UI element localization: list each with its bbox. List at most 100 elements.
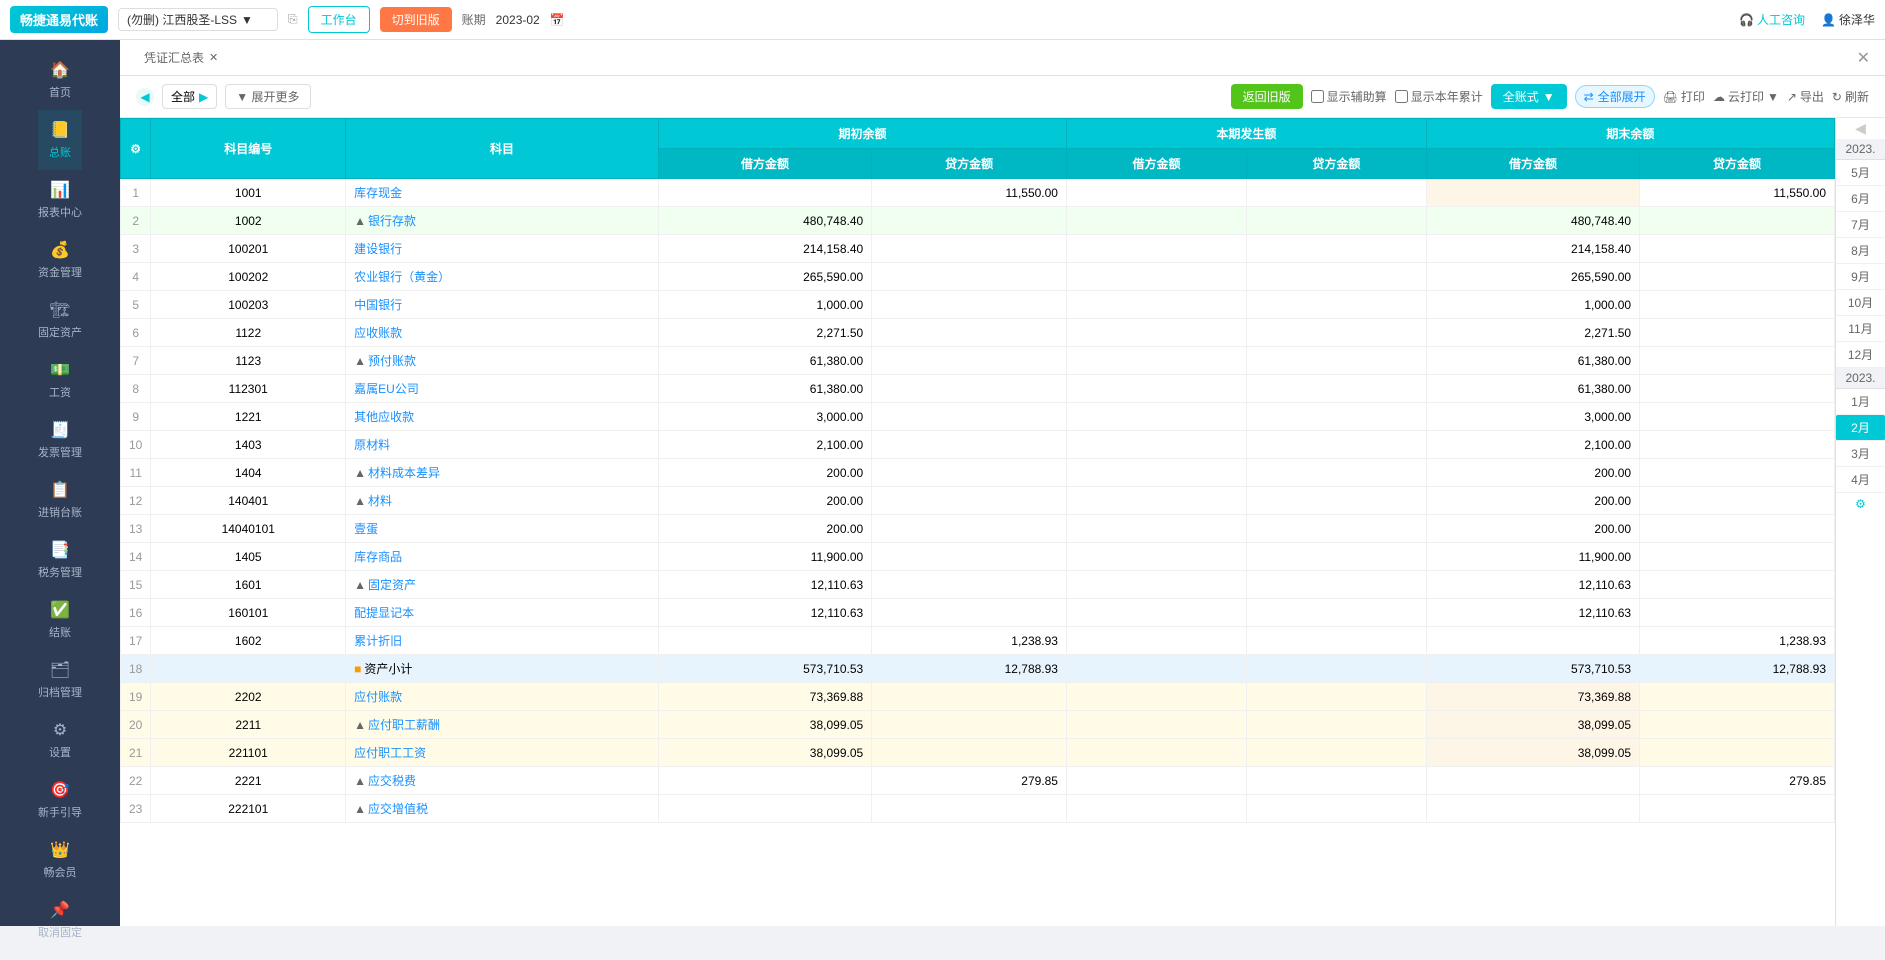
expand-row-icon[interactable]: ▲ <box>354 214 366 228</box>
row-name[interactable]: ▲材料 <box>346 487 659 515</box>
row-ps-credit <box>872 739 1067 767</box>
panel-collapse-arrow[interactable]: ◀ <box>1836 118 1885 139</box>
row-name[interactable]: 配提显记本 <box>346 599 659 627</box>
print-button[interactable]: 🖨 打印 <box>1663 88 1705 105</box>
row-name[interactable]: 原材料 <box>346 431 659 459</box>
row-cur-debit <box>1066 543 1246 571</box>
month-11[interactable]: 11月 <box>1836 316 1885 342</box>
month-8[interactable]: 8月 <box>1836 238 1885 264</box>
month-3[interactable]: 3月 <box>1836 441 1885 467</box>
month-7[interactable]: 7月 <box>1836 212 1885 238</box>
month-2[interactable]: 2月 <box>1836 415 1885 441</box>
sidebar-item-invoice[interactable]: 🧾 发票管理 <box>38 410 82 470</box>
expand-row-icon[interactable]: ▲ <box>354 718 366 732</box>
sidebar-item-member[interactable]: 👑 畅会员 <box>0 830 120 890</box>
panel-settings-icon[interactable]: ⚙ <box>1836 493 1885 515</box>
tab-close-voucher-summary[interactable]: ✕ <box>209 51 218 64</box>
sidebar-item-tax[interactable]: 📑 税务管理 <box>38 530 82 590</box>
row-pe-credit: 279.85 <box>1640 767 1835 795</box>
switch-button[interactable]: 切到旧版 <box>380 7 452 32</box>
month-10[interactable]: 10月 <box>1836 290 1885 316</box>
format-button[interactable]: 全账式 ▼ <box>1491 84 1567 109</box>
show-ytd-checkbox[interactable]: 显示本年累计 <box>1395 88 1483 105</box>
month-1[interactable]: 1月 <box>1836 389 1885 415</box>
filter-all[interactable]: 全部 ▶ <box>162 84 217 109</box>
row-pe-credit <box>1640 739 1835 767</box>
row-name[interactable]: 累计折旧 <box>346 627 659 655</box>
expand-row-icon[interactable]: ▲ <box>354 774 366 788</box>
row-name[interactable]: 壹蛋 <box>346 515 659 543</box>
row-pe-debit: 61,380.00 <box>1426 347 1639 375</box>
company-selector[interactable]: (勿删) 江西股圣-LSS ▼ <box>118 8 278 31</box>
row-name[interactable]: ▲固定资产 <box>346 571 659 599</box>
row-name[interactable]: ▲应交税费 <box>346 767 659 795</box>
copy-icon[interactable]: ⎘ <box>288 12 298 27</box>
row-name[interactable]: ▲应交增值税 <box>346 795 659 823</box>
workbench-button[interactable]: 工作台 <box>308 6 370 33</box>
expand-all-toggle[interactable]: ⇄ 全部展开 <box>1575 85 1655 108</box>
sidebar-item-report[interactable]: 📊 报表中心 <box>38 170 82 230</box>
sidebar-item-archive[interactable]: 🗂 归档管理 <box>38 650 82 710</box>
year-label-2023-top[interactable]: 2023. <box>1836 139 1885 160</box>
th-settings[interactable]: ⚙ <box>121 119 151 179</box>
row-name[interactable]: ▲应付职工薪酬 <box>346 711 659 739</box>
month-6[interactable]: 6月 <box>1836 186 1885 212</box>
row-name[interactable]: 中国银行 <box>346 291 659 319</box>
row-code: 14040101 <box>151 515 346 543</box>
month-5[interactable]: 5月 <box>1836 160 1885 186</box>
row-pe-credit <box>1640 795 1835 823</box>
row-name[interactable]: 嘉属EU公司 <box>346 375 659 403</box>
sidebar-item-salary[interactable]: 💵 工资 <box>38 350 82 410</box>
expand-row-icon[interactable]: ▲ <box>354 466 366 480</box>
year-label-2023-bottom[interactable]: 2023. <box>1836 368 1885 389</box>
sidebar-item-settings[interactable]: ⚙ 设置 <box>38 710 82 770</box>
row-num: 2 <box>121 207 151 235</box>
expand-row-icon[interactable]: ▲ <box>354 354 366 368</box>
row-name[interactable]: 建设银行 <box>346 235 659 263</box>
tab-voucher-summary[interactable]: 凭证汇总表✕ <box>130 43 244 72</box>
cloud-print-button[interactable]: ☁ 云打印 ▼ <box>1713 88 1779 105</box>
export-button[interactable]: ↗ 导出 <box>1787 88 1824 105</box>
calendar-icon[interactable]: 📅 <box>550 13 565 27</box>
row-pe-credit <box>1640 599 1835 627</box>
row-name[interactable]: 库存现金 <box>346 179 659 207</box>
row-name[interactable]: 农业银行（黄金） <box>346 263 659 291</box>
user-service[interactable]: 🎧 人工咨询 <box>1739 11 1805 28</box>
row-name[interactable]: 应付职工工资 <box>346 739 659 767</box>
row-name[interactable]: ▲预付账款 <box>346 347 659 375</box>
sidebar-item-ledger[interactable]: 📒 总账 <box>38 110 82 170</box>
invoice-label: 发票管理 <box>38 444 82 460</box>
month-4[interactable]: 4月 <box>1836 467 1885 493</box>
month-12[interactable]: 12月 <box>1836 342 1885 368</box>
filter-back-arrow[interactable]: ◀ <box>136 88 154 106</box>
return-old-button[interactable]: 返回旧版 <box>1231 84 1303 109</box>
row-name[interactable]: 库存商品 <box>346 543 659 571</box>
row-name[interactable]: 应付账款 <box>346 683 659 711</box>
expand-row-icon[interactable]: ▲ <box>354 494 366 508</box>
month-9[interactable]: 9月 <box>1836 264 1885 290</box>
row-code: 1601 <box>151 571 346 599</box>
sidebar-item-purchase[interactable]: 📋 进销台账 <box>38 470 82 530</box>
row-name[interactable]: ▲银行存款 <box>346 207 659 235</box>
table-row: 9 1221 其他应收款 3,000.00 3,000.00 <box>121 403 1835 431</box>
sidebar-item-guide[interactable]: 🎯 新手引导 <box>38 770 82 830</box>
member-icon: 👑 <box>50 840 70 860</box>
row-name[interactable]: 其他应收款 <box>346 403 659 431</box>
sidebar-item-settle[interactable]: ✅ 结账 <box>38 590 82 650</box>
close-all-tabs-button[interactable]: ✕ <box>1852 48 1875 68</box>
refresh-button[interactable]: ↻ 刷新 <box>1832 88 1869 105</box>
expand-row-icon[interactable]: ▲ <box>354 578 366 592</box>
user-menu[interactable]: 👤 徐泽华 <box>1821 11 1875 28</box>
row-name[interactable]: ▲材料成本差异 <box>346 459 659 487</box>
sidebar-item-asset[interactable]: 🏗 固定资产 <box>38 290 82 350</box>
show-aux-checkbox[interactable]: 显示辅助算 <box>1311 88 1387 105</box>
main-layout: 🏠 首页 📒 总账 📊 报表中心 💰 资金管理 🏗 固定资产 💵 工资 🧾 发票… <box>0 40 1885 926</box>
th-ps-credit: 贷方金额 <box>872 149 1067 179</box>
sidebar-item-cancel-fixed[interactable]: 📌 取消固定 <box>0 890 120 950</box>
expand-row-icon[interactable]: ▲ <box>354 802 366 816</box>
sidebar-item-fund[interactable]: 💰 资金管理 <box>38 230 82 290</box>
row-name[interactable]: 应收账款 <box>346 319 659 347</box>
sidebar-item-home[interactable]: 🏠 首页 <box>38 50 82 110</box>
row-ps-debit: 200.00 <box>658 487 871 515</box>
expand-more-button[interactable]: ▼ 展开更多 <box>225 84 310 109</box>
